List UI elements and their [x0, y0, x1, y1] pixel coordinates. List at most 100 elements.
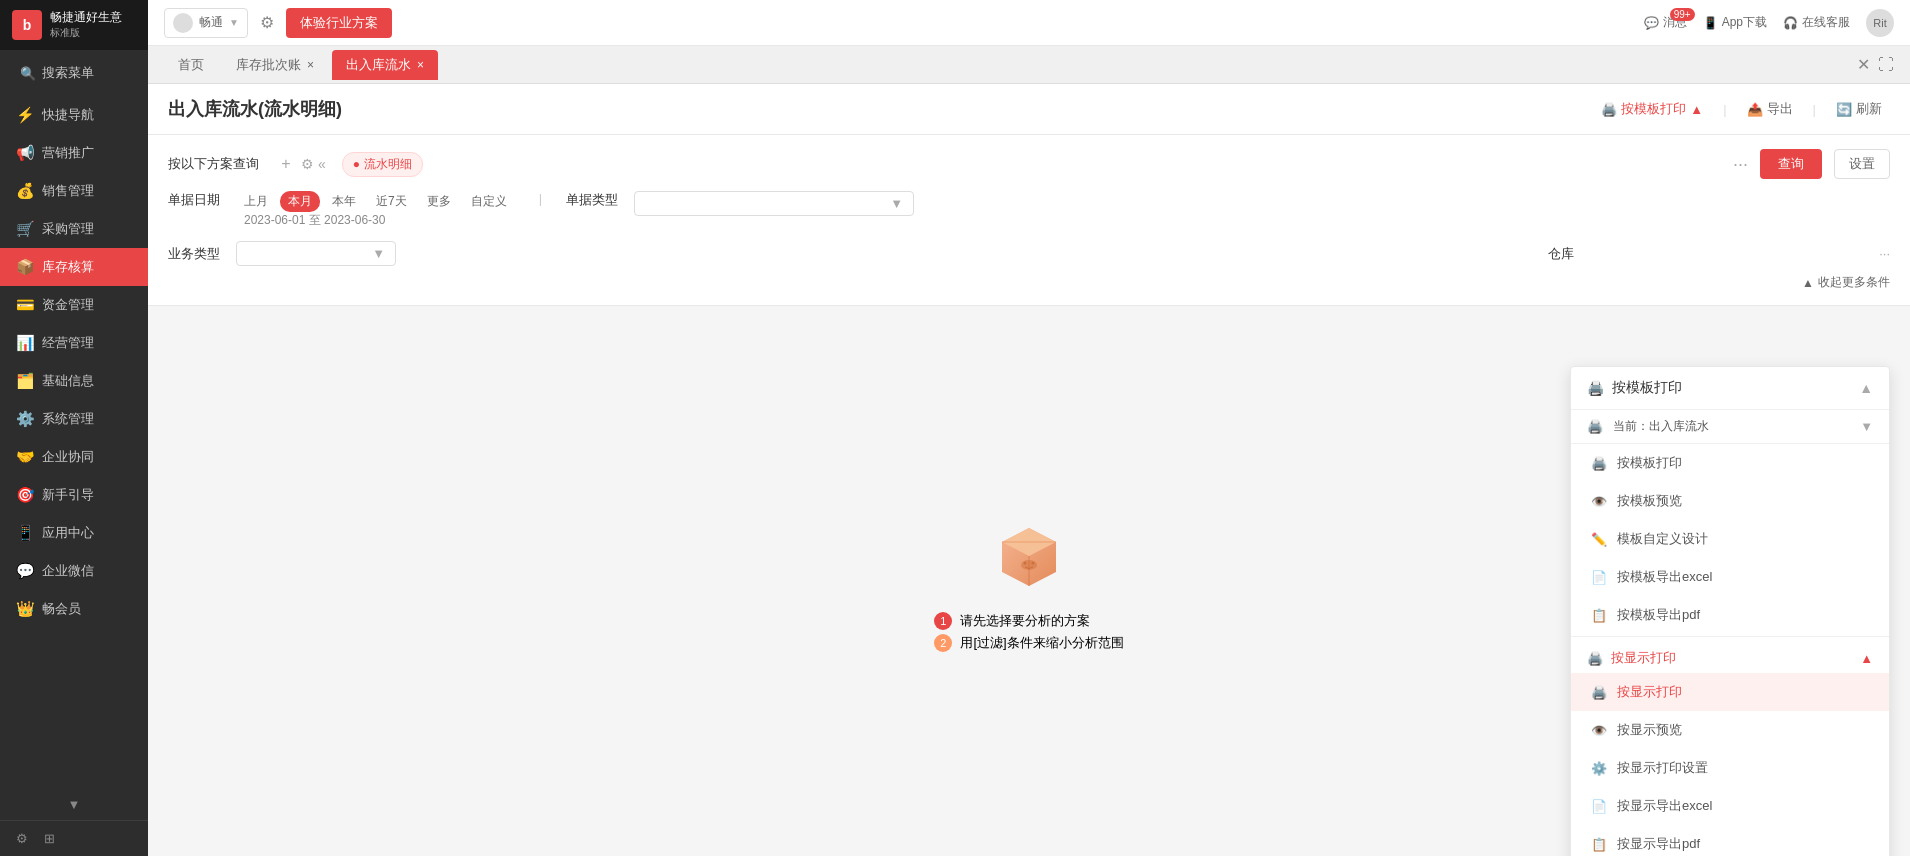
sidebar-item-marketing[interactable]: 📢 营销推广: [0, 134, 148, 172]
dropdown-display-title: 🖨️ 按显示打印: [1587, 649, 1676, 667]
business-type-select[interactable]: ▼: [236, 241, 396, 266]
filter-tag-item[interactable]: ● 流水明细: [342, 152, 423, 177]
print-template-label: 按模板打印: [1621, 100, 1686, 118]
dropdown-template-print[interactable]: 🖨️ 按模板打印: [1571, 444, 1889, 482]
app-logo: b 畅捷通好生意 标准版: [0, 0, 148, 50]
shortcut-custom[interactable]: 自定义: [463, 191, 515, 212]
doc-type-select[interactable]: ▼: [634, 191, 914, 216]
sidebar-item-quick-nav[interactable]: ⚡ 快捷导航: [0, 96, 148, 134]
dropdown-display-print[interactable]: 🖨️ 按显示打印: [1571, 673, 1889, 711]
industry-solution-button[interactable]: 体验行业方案: [286, 8, 392, 38]
collapse-row: ▲ 收起更多条件: [168, 274, 1890, 291]
online-service-button[interactable]: 🎧 在线客服: [1783, 14, 1850, 31]
settings-gear-icon[interactable]: ⚙: [256, 9, 278, 36]
sidebar-item-guide[interactable]: 🎯 新手引导: [0, 476, 148, 514]
shortcut-more[interactable]: 更多: [419, 191, 459, 212]
tab-close-active-icon[interactable]: ×: [417, 58, 424, 72]
collapse-label: 收起更多条件: [1818, 274, 1890, 291]
sidebar-item-label: 应用中心: [42, 524, 94, 542]
print-template-button[interactable]: 🖨️ 按模板打印 ▲: [1593, 96, 1711, 122]
tab-batch-account[interactable]: 库存批次账 ×: [222, 50, 328, 80]
app-download-button[interactable]: 📱 App下载: [1703, 14, 1767, 31]
warehouse-more-icon[interactable]: ···: [1879, 246, 1890, 261]
filter-collapse-icon[interactable]: «: [318, 156, 326, 172]
tab-flow[interactable]: 出入库流水 ×: [332, 50, 438, 80]
dropdown-title-text: 按模板打印: [1612, 379, 1682, 397]
display-section-collapse-icon[interactable]: ▲: [1860, 651, 1873, 666]
dropdown-template-export-pdf[interactable]: 📋 按模板导出pdf: [1571, 596, 1889, 634]
shortcut-7days[interactable]: 近7天: [368, 191, 415, 212]
sidebar-item-member[interactable]: 👑 畅会员: [0, 590, 148, 628]
filter-settings-button[interactable]: 设置: [1834, 149, 1890, 179]
tab-close-icon[interactable]: ×: [307, 58, 314, 72]
dropdown-collapse-icon[interactable]: ▲: [1859, 380, 1873, 396]
sidebar-item-wechat[interactable]: 💬 企业微信: [0, 552, 148, 590]
display-print-header-icon: 🖨️: [1587, 651, 1603, 666]
sidebar-item-label: 畅会员: [42, 600, 81, 618]
query-button[interactable]: 查询: [1760, 149, 1822, 179]
sidebar-item-collab[interactable]: 🤝 企业协同: [0, 438, 148, 476]
sidebar-item-purchase[interactable]: 🛒 采购管理: [0, 210, 148, 248]
refresh-button[interactable]: 🔄 刷新: [1828, 96, 1890, 122]
add-filter-button[interactable]: +: [275, 153, 297, 175]
shortcut-this-month[interactable]: 本月: [280, 191, 320, 212]
display-export-pdf-label: 按显示导出pdf: [1617, 835, 1700, 853]
user-avatar[interactable]: Rit: [1866, 9, 1894, 37]
page-header-actions: 🖨️ 按模板打印 ▲ | 📤 导出 | 🔄 刷新: [1593, 96, 1890, 122]
sidebar-item-label: 营销推广: [42, 144, 94, 162]
export-button[interactable]: 📤 导出: [1739, 96, 1801, 122]
main-content: 畅通 ▼ ⚙ 体验行业方案 💬 消息 99+ 📱 App下载 🎧 在线客服 Ri…: [148, 0, 1910, 856]
filter-right-actions: ··· 查询 设置: [1733, 149, 1890, 179]
current-expand-icon[interactable]: ▼: [1860, 419, 1873, 434]
sidebar-item-sales[interactable]: 💰 销售管理: [0, 172, 148, 210]
sidebar-item-operations[interactable]: 📊 经营管理: [0, 324, 148, 362]
sidebar-settings-icon[interactable]: ⚙: [16, 831, 28, 846]
dropdown-template-preview[interactable]: 👁️ 按模板预览: [1571, 482, 1889, 520]
display-print-icon: 🖨️: [1591, 684, 1607, 700]
dropdown-template-custom[interactable]: ✏️ 模板自定义设计: [1571, 520, 1889, 558]
sidebar-scroll-down[interactable]: ▼: [0, 789, 148, 820]
filter-more-dots-icon[interactable]: ···: [1733, 154, 1748, 175]
base-icon: 🗂️: [16, 372, 34, 390]
sidebar-collapse-icon[interactable]: ⊞: [44, 831, 55, 846]
empty-step-1: 1 请先选择要分析的方案: [934, 612, 1123, 630]
user-selector[interactable]: 畅通 ▼: [164, 8, 248, 38]
sidebar-item-base[interactable]: 🗂️ 基础信息: [0, 362, 148, 400]
avatar-text: Rit: [1873, 17, 1886, 29]
warehouse-select[interactable]: ···: [1590, 246, 1890, 261]
filter-settings-icon[interactable]: ⚙: [301, 156, 314, 172]
dropdown-current[interactable]: 🖨️ 当前：出入库流水 ▼: [1571, 410, 1889, 444]
dropdown-display-print-settings[interactable]: ⚙️ 按显示打印设置: [1571, 749, 1889, 787]
date-filter-label: 单据日期: [168, 191, 220, 209]
expand-window-icon[interactable]: ⛶: [1878, 56, 1894, 74]
sidebar-search-container: 🔍 搜索菜单: [0, 50, 148, 96]
close-window-icon[interactable]: ✕: [1857, 55, 1870, 74]
dropdown-display-export-pdf[interactable]: 📋 按显示导出pdf: [1571, 825, 1889, 856]
purchase-icon: 🛒: [16, 220, 34, 238]
topbar: 畅通 ▼ ⚙ 体验行业方案 💬 消息 99+ 📱 App下载 🎧 在线客服 Ri…: [148, 0, 1910, 46]
date-range-display: 2023-06-01 至 2023-06-30: [244, 212, 515, 229]
page-title: 出入库流水(流水明细): [168, 97, 342, 121]
shortcut-this-year[interactable]: 本年: [324, 191, 364, 212]
doc-type-filter-label: 单据类型: [566, 191, 618, 209]
shortcut-last-month[interactable]: 上月: [236, 191, 276, 212]
collapse-more-button[interactable]: ▲ 收起更多条件: [1802, 274, 1890, 291]
separator1: |: [1723, 102, 1726, 117]
dropdown-template-export-excel[interactable]: 📄 按模板导出excel: [1571, 558, 1889, 596]
sidebar-item-system[interactable]: ⚙️ 系统管理: [0, 400, 148, 438]
sidebar-item-label: 采购管理: [42, 220, 94, 238]
search-menu-button[interactable]: 🔍 搜索菜单: [12, 58, 136, 88]
sidebar-item-finance[interactable]: 💳 资金管理: [0, 286, 148, 324]
sidebar-item-inventory[interactable]: 📦 库存核算: [0, 248, 148, 286]
empty-steps-list: 1 请先选择要分析的方案 2 用[过滤]条件来缩小分析范围: [934, 612, 1123, 652]
sidebar-item-appstore[interactable]: 📱 应用中心: [0, 514, 148, 552]
dropdown-display-preview[interactable]: 👁️ 按显示预览: [1571, 711, 1889, 749]
dropdown-panel: 🖨️ 按模板打印 ▲ 🖨️ 当前：出入库流水 ▼ 🖨️ 按模板打印 👁️ 按模板…: [1570, 366, 1890, 856]
display-pdf-icon: 📋: [1591, 836, 1607, 852]
chevron-down-icon: ▼: [229, 17, 239, 28]
tab-home[interactable]: 首页: [164, 50, 218, 80]
message-button[interactable]: 💬 消息 99+: [1644, 14, 1687, 31]
finance-icon: 💳: [16, 296, 34, 314]
dropdown-display-export-excel[interactable]: 📄 按显示导出excel: [1571, 787, 1889, 825]
content-area: 1 请先选择要分析的方案 2 用[过滤]条件来缩小分析范围 🖨️ 按模板打印 ▲: [148, 306, 1910, 856]
